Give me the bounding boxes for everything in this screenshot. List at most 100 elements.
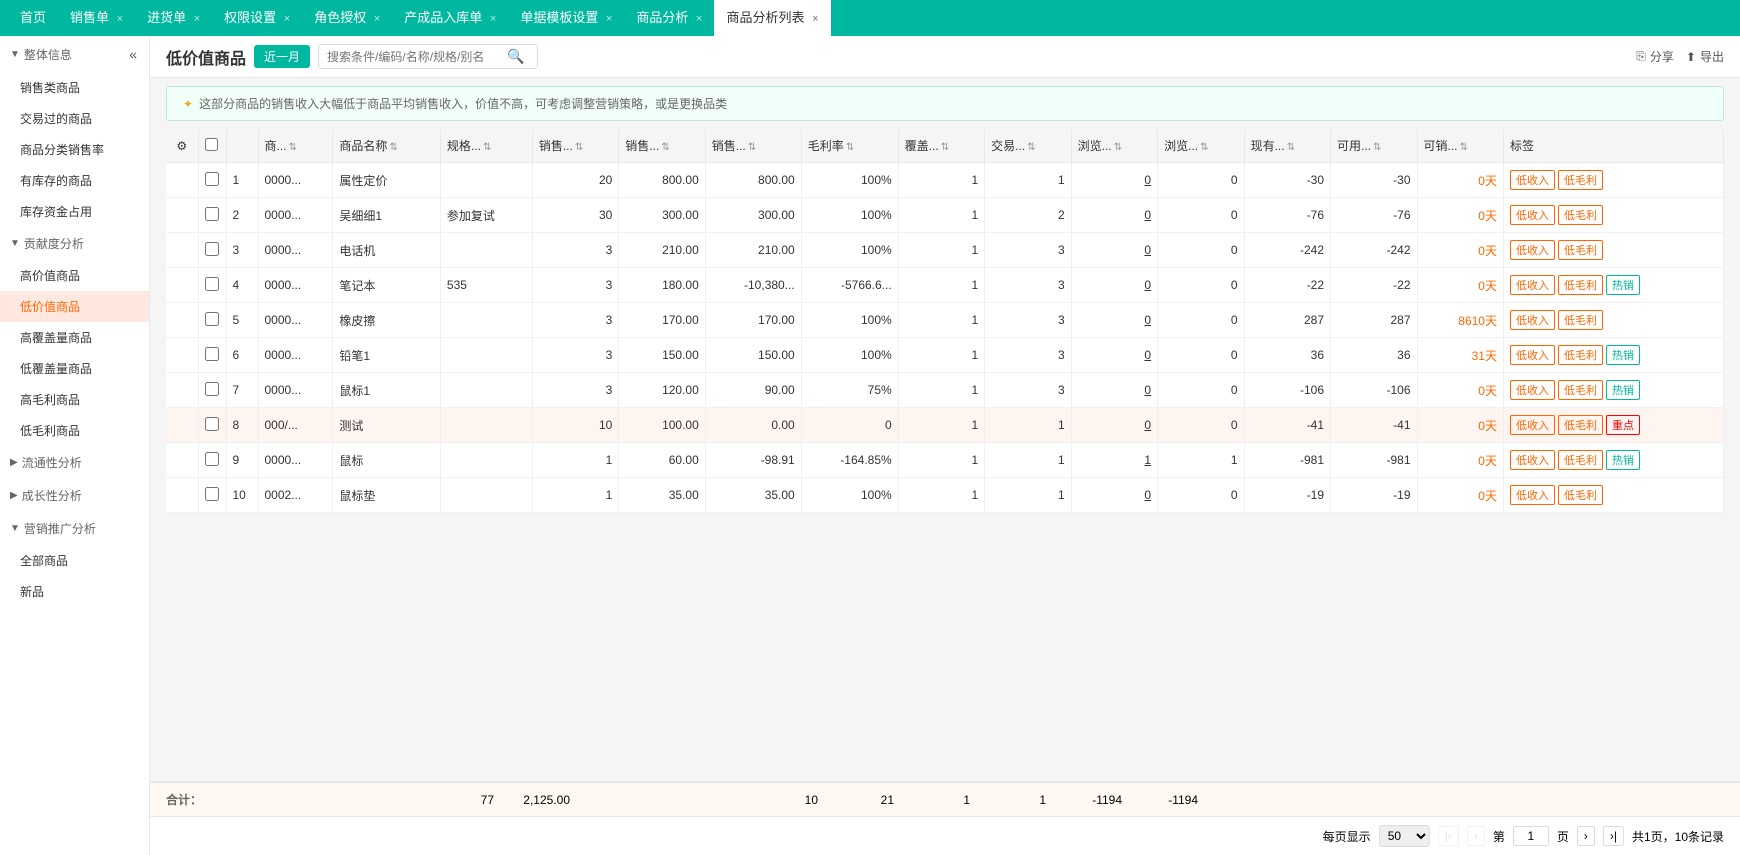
cell-browse[interactable]: 0 (1071, 163, 1157, 198)
cell-checkbox[interactable] (198, 478, 226, 513)
nav-product-inbound-close[interactable]: × (490, 13, 496, 25)
sidebar-group-overall[interactable]: ▼ 整体信息 « (0, 36, 149, 72)
nav-home[interactable]: 首页 (8, 0, 58, 36)
cell-browse[interactable]: 0 (1071, 198, 1157, 233)
sidebar-item-all-goods[interactable]: 全部商品 (0, 545, 149, 576)
nav-permission[interactable]: 权限设置 × (212, 0, 302, 36)
last-page-btn[interactable]: ›| (1603, 826, 1624, 846)
sidebar-item-new-goods[interactable]: 新品 (0, 576, 149, 607)
cell-checkbox[interactable] (198, 233, 226, 268)
sidebar-item-high-value[interactable]: 高价值商品 (0, 260, 149, 291)
cell-browse[interactable]: 0 (1071, 373, 1157, 408)
row-checkbox[interactable] (205, 347, 219, 361)
sidebar-item-high-margin[interactable]: 高毛利商品 (0, 384, 149, 415)
sidebar-group-circulation[interactable]: ▶ 流通性分析 (0, 446, 149, 479)
row-checkbox[interactable] (205, 207, 219, 221)
cell-checkbox[interactable] (198, 303, 226, 338)
sidebar-item-traded-goods[interactable]: 交易过的商品 (0, 103, 149, 134)
page-size-select[interactable]: 50 100 (1379, 825, 1430, 847)
nav-sales[interactable]: 销售单 × (58, 0, 135, 36)
browse-link[interactable]: 0 (1144, 383, 1151, 397)
cell-checkbox[interactable] (198, 338, 226, 373)
browse-link[interactable]: 0 (1144, 208, 1151, 222)
sidebar-group-growth[interactable]: ▶ 成长性分析 (0, 479, 149, 512)
filter-btn[interactable]: 近一月 (254, 45, 310, 68)
browse-link[interactable]: 0 (1144, 278, 1151, 292)
browse-link[interactable]: 0 (1144, 348, 1151, 362)
prev-page-btn[interactable]: ‹ (1467, 826, 1485, 846)
sidebar-item-low-coverage[interactable]: 低覆盖量商品 (0, 353, 149, 384)
select-all-checkbox[interactable] (205, 138, 218, 151)
sidebar-item-low-margin[interactable]: 低毛利商品 (0, 415, 149, 446)
nav-purchase[interactable]: 进货单 × (135, 0, 212, 36)
row-checkbox[interactable] (205, 172, 219, 186)
nav-sales-close[interactable]: × (117, 13, 123, 25)
row-checkbox[interactable] (205, 452, 219, 466)
nav-goods-analysis-close[interactable]: × (696, 13, 702, 25)
nav-role[interactable]: 角色授权 × (302, 0, 392, 36)
nav-template-close[interactable]: × (606, 13, 612, 25)
browse-link[interactable]: 0 (1144, 488, 1151, 502)
first-page-btn[interactable]: |‹ (1438, 826, 1459, 846)
browse-link[interactable]: 0 (1144, 313, 1151, 327)
col-sales-avg[interactable]: 销售...⇅ (705, 129, 801, 163)
sidebar-item-high-coverage[interactable]: 高覆盖量商品 (0, 322, 149, 353)
nav-permission-close[interactable]: × (284, 13, 290, 25)
sidebar-item-capital[interactable]: 库存资金占用 (0, 196, 149, 227)
nav-purchase-close[interactable]: × (194, 13, 200, 25)
col-sales-amt[interactable]: 销售...⇅ (619, 129, 705, 163)
nav-goods-list[interactable]: 商品分析列表 × (714, 0, 830, 36)
browse-link[interactable]: 0 (1144, 243, 1151, 257)
row-checkbox[interactable] (205, 277, 219, 291)
page-input[interactable] (1513, 826, 1549, 846)
cell-checkbox[interactable] (198, 408, 226, 443)
next-page-btn[interactable]: › (1577, 826, 1595, 846)
row-checkbox[interactable] (205, 487, 219, 501)
col-avail[interactable]: 可用...⇅ (1331, 129, 1417, 163)
col-browse-uv[interactable]: 浏览...⇅ (1158, 129, 1244, 163)
cell-checkbox[interactable] (198, 373, 226, 408)
col-coverage[interactable]: 覆盖...⇅ (898, 129, 984, 163)
col-trade[interactable]: 交易...⇅ (985, 129, 1071, 163)
nav-role-close[interactable]: × (374, 13, 380, 25)
sidebar-item-sales-goods[interactable]: 销售类商品 (0, 72, 149, 103)
cell-browse[interactable]: 0 (1071, 233, 1157, 268)
cell-checkbox[interactable] (198, 163, 226, 198)
nav-goods-list-close[interactable]: × (812, 13, 818, 25)
col-stock[interactable]: 现有...⇅ (1244, 129, 1330, 163)
col-saleable[interactable]: 可销...⇅ (1417, 129, 1503, 163)
cell-browse[interactable]: 1 (1071, 443, 1157, 478)
cell-browse[interactable]: 0 (1071, 338, 1157, 373)
col-browse[interactable]: 浏览...⇅ (1071, 129, 1157, 163)
sidebar-item-stock-goods[interactable]: 有库存的商品 (0, 165, 149, 196)
share-btn[interactable]: ⎘ 分享 (1636, 48, 1674, 65)
row-checkbox[interactable] (205, 417, 219, 431)
search-icon[interactable]: 🔍 (507, 48, 524, 65)
col-settings[interactable]: ⚙ (166, 129, 198, 163)
sidebar-group-contribution[interactable]: ▼ 贡献度分析 (0, 227, 149, 260)
row-checkbox[interactable] (205, 242, 219, 256)
export-btn[interactable]: ⬆ 导出 (1686, 48, 1724, 65)
sidebar-item-low-value[interactable]: 低价值商品 (0, 291, 149, 322)
col-gross[interactable]: 毛利率⇅ (801, 129, 898, 163)
browse-link[interactable]: 1 (1144, 453, 1151, 467)
row-checkbox[interactable] (205, 382, 219, 396)
col-name[interactable]: 商品名称⇅ (333, 129, 441, 163)
browse-link[interactable]: 0 (1144, 173, 1151, 187)
browse-link[interactable]: 0 (1144, 418, 1151, 432)
search-input[interactable] (327, 50, 507, 64)
cell-checkbox[interactable] (198, 443, 226, 478)
sidebar-item-category-rate[interactable]: 商品分类销售率 (0, 134, 149, 165)
col-sales-qty[interactable]: 销售...⇅ (532, 129, 618, 163)
nav-template[interactable]: 单据模板设置 × (508, 0, 624, 36)
cell-browse[interactable]: 0 (1071, 268, 1157, 303)
sidebar-group-marketing[interactable]: ▼ 营销推广分析 (0, 512, 149, 545)
nav-product-inbound[interactable]: 产成品入库单 × (392, 0, 508, 36)
col-spec[interactable]: 规格...⇅ (440, 129, 532, 163)
col-checkbox[interactable] (198, 129, 226, 163)
cell-browse[interactable]: 0 (1071, 408, 1157, 443)
col-code[interactable]: 商...⇅ (258, 129, 333, 163)
collapse-overall-btn[interactable]: « (127, 44, 139, 64)
nav-goods-analysis[interactable]: 商品分析 × (624, 0, 714, 36)
row-checkbox[interactable] (205, 312, 219, 326)
